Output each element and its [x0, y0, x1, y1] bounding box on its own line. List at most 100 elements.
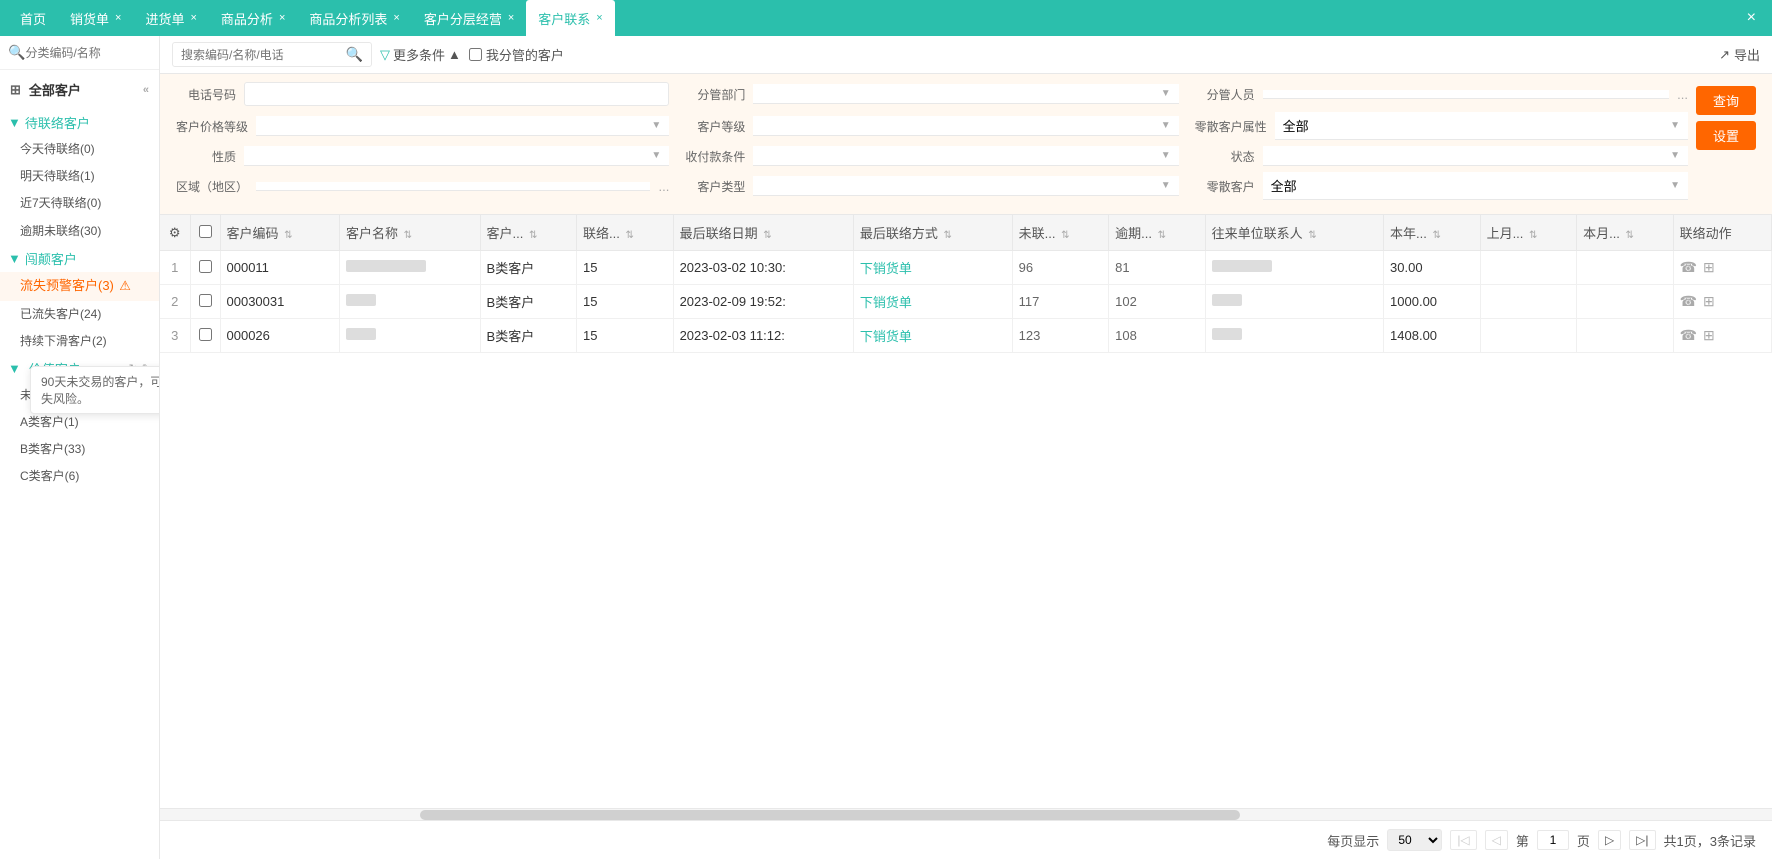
close-all-tabs[interactable]: ×: [1739, 9, 1764, 27]
retail-customer-select[interactable]: 全部 ▼: [1263, 172, 1688, 200]
query-button[interactable]: 查询: [1696, 86, 1756, 115]
filter-row-1: 电话号码 分管部门 ▼ 分管人员: [176, 82, 1688, 106]
sidebar-group-risk[interactable]: ▼ 闯颠客户: [0, 245, 159, 272]
col-last-month[interactable]: 上月... ⇅: [1480, 215, 1577, 251]
nav-product-analysis[interactable]: 商品分析 ×: [209, 0, 297, 36]
sort-icon-method: ⇅: [943, 230, 951, 241]
row-checkbox-2[interactable]: [190, 285, 220, 319]
col-last-date[interactable]: 最后联络日期 ⇅: [673, 215, 853, 251]
select-all-checkbox[interactable]: [199, 225, 212, 238]
col-type[interactable]: 客户... ⇅: [480, 215, 577, 251]
next-page-btn[interactable]: ▷: [1598, 830, 1621, 850]
row-1-method[interactable]: 下销货单: [853, 251, 1012, 285]
close-customer-layer-tab[interactable]: ×: [508, 12, 514, 24]
scrollbar-thumb[interactable]: [420, 810, 1240, 820]
grid-icon: ⊞: [10, 82, 21, 98]
dept-select[interactable]: ▼: [753, 84, 1178, 104]
action-call-3[interactable]: ☎: [1680, 327, 1697, 344]
nav-sales[interactable]: 销货单 ×: [58, 0, 133, 36]
close-product-list-tab[interactable]: ×: [393, 12, 399, 24]
col-overdue[interactable]: 逾期... ⇅: [1109, 215, 1206, 251]
phone-input[interactable]: [244, 82, 669, 106]
row-checkbox-1[interactable]: [190, 251, 220, 285]
export-button[interactable]: ↗ 导出: [1719, 45, 1760, 64]
action-call-2[interactable]: ☎: [1680, 293, 1697, 310]
sidebar-item-tomorrow[interactable]: 明天待联络(1): [0, 163, 159, 190]
first-page-btn[interactable]: |◁: [1450, 830, 1476, 850]
row-1-checkbox[interactable]: [199, 260, 212, 273]
col-uncontacted[interactable]: 未联... ⇅: [1012, 215, 1109, 251]
nav-purchase[interactable]: 进货单 ×: [133, 0, 208, 36]
sidebar-item-today[interactable]: 今天待联络(0): [0, 136, 159, 163]
customer-tier-select[interactable]: ▼: [753, 116, 1178, 136]
prev-page-btn[interactable]: ◁: [1485, 830, 1508, 850]
action-call-1[interactable]: ☎: [1680, 259, 1697, 276]
nav-customer-layer[interactable]: 客户分层经营 ×: [412, 0, 526, 36]
row-3-method[interactable]: 下销货单: [853, 319, 1012, 353]
sidebar-item-churned[interactable]: 已流失客户(24): [0, 301, 159, 328]
current-page-input[interactable]: [1537, 830, 1569, 850]
col-name[interactable]: 客户名称 ⇅: [339, 215, 480, 251]
close-sales-tab[interactable]: ×: [115, 12, 121, 24]
col-checkbox[interactable]: [190, 215, 220, 251]
region-more-icon[interactable]: ...: [658, 179, 669, 194]
action-more-1[interactable]: ⊞: [1703, 259, 1715, 276]
col-code[interactable]: 客户编码 ⇅: [220, 215, 339, 251]
status-select[interactable]: ▼: [1263, 146, 1688, 166]
col-settings[interactable]: ⚙: [160, 215, 190, 251]
col-this-month[interactable]: 本月... ⇅: [1577, 215, 1674, 251]
col-this-year[interactable]: 本年... ⇅: [1384, 215, 1481, 251]
row-checkbox-3[interactable]: [190, 319, 220, 353]
sidebar-group-pending[interactable]: ▼ 待联络客户: [0, 109, 159, 136]
col-last-method[interactable]: 最后联络方式 ⇅: [853, 215, 1012, 251]
payment-select[interactable]: ▼: [753, 146, 1178, 166]
sidebar-item-class-b[interactable]: B类客户(33): [0, 436, 159, 463]
action-more-3[interactable]: ⊞: [1703, 327, 1715, 344]
my-customers-checkbox[interactable]: [469, 48, 482, 61]
col-contact[interactable]: 联络... ⇅: [577, 215, 674, 251]
customer-search-input[interactable]: [181, 48, 346, 62]
nav-home[interactable]: 首页: [8, 0, 58, 36]
close-product-analysis-tab[interactable]: ×: [279, 12, 285, 24]
status-arrow: ▼: [1670, 150, 1680, 161]
last-page-btn[interactable]: ▷|: [1629, 830, 1655, 850]
settings-button[interactable]: 设置: [1696, 121, 1756, 150]
sidebar-item-7days[interactable]: 近7天待联络(0): [0, 190, 159, 217]
row-2-method[interactable]: 下销货单: [853, 285, 1012, 319]
per-page-select[interactable]: 50 100 200: [1387, 829, 1442, 851]
sort-icon-code: ⇅: [284, 230, 292, 241]
horizontal-scrollbar[interactable]: [160, 808, 1772, 820]
close-purchase-tab[interactable]: ×: [190, 12, 196, 24]
row-1-contact: 15: [577, 251, 674, 285]
close-customer-contact-tab[interactable]: ×: [596, 12, 602, 24]
sidebar-item-overdue[interactable]: 逾期未联络(30): [0, 218, 159, 245]
col-contact2[interactable]: 往来单位联系人 ⇅: [1205, 215, 1383, 251]
nature-select[interactable]: ▼: [244, 146, 669, 166]
customer-table: ⚙ 客户编码 ⇅ 客户名称 ⇅ 客户... ⇅ 联络... ⇅ 最后联络日期 ⇅…: [160, 215, 1772, 353]
row-3-action: ☎ ⊞: [1673, 319, 1771, 353]
customer-type-select[interactable]: ▼: [753, 176, 1178, 196]
table-row: 3 000026 B类客户 15 2023-02-03 11:12: 下销货单 …: [160, 319, 1772, 353]
search-icon[interactable]: 🔍: [346, 46, 363, 63]
manager-field: 分管人员 ...: [1195, 86, 1688, 103]
manager-more-icon[interactable]: ...: [1677, 87, 1688, 102]
price-tier-select[interactable]: ▼: [256, 116, 669, 136]
sidebar-item-declining[interactable]: 持续下滑客户(2): [0, 328, 159, 355]
filter-panel: 电话号码 分管部门 ▼ 分管人员: [160, 74, 1772, 215]
nav-customer-contact[interactable]: 客户联系 ×: [526, 0, 614, 36]
nav-product-analysis-list[interactable]: 商品分析列表 ×: [297, 0, 411, 36]
sidebar-item-churn-warning[interactable]: 流失预警客户(3) ⚠: [0, 272, 159, 301]
manager-select[interactable]: [1263, 90, 1669, 99]
blurred-name-2: [346, 294, 376, 306]
row-3-last-month: [1480, 319, 1577, 353]
row-3-checkbox[interactable]: [199, 328, 212, 341]
sidebar-all-customers[interactable]: ⊞ 全部客户 «: [0, 74, 159, 105]
region-select[interactable]: [256, 182, 650, 191]
sidebar-item-class-c[interactable]: C类客户(6): [0, 463, 159, 490]
row-2-checkbox[interactable]: [199, 294, 212, 307]
sidebar-search-input[interactable]: [25, 46, 160, 60]
action-more-2[interactable]: ⊞: [1703, 293, 1715, 310]
my-customers-filter[interactable]: 我分管的客户: [469, 45, 564, 64]
retail-attr-select[interactable]: 全部 ▼: [1275, 112, 1688, 140]
more-filter-btn[interactable]: ▽ 更多条件 ▲: [380, 45, 461, 64]
